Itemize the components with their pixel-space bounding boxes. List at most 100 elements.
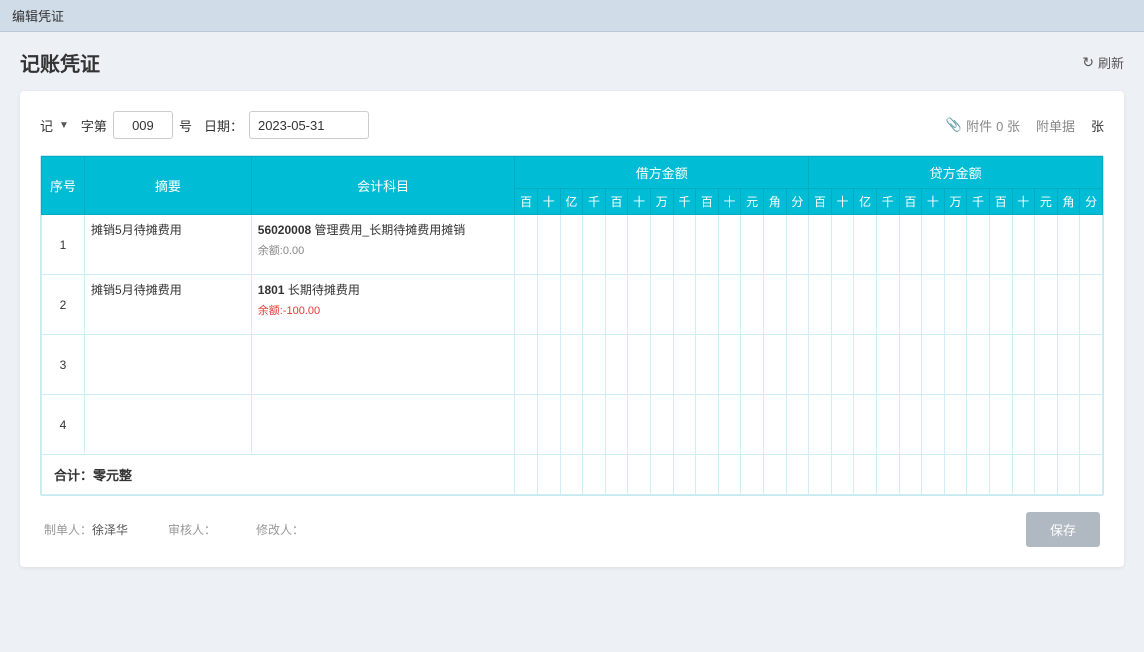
credit-cell-3-10[interactable] [1035, 395, 1058, 455]
credit-cell-2-10[interactable] [1035, 335, 1058, 395]
credit-cell-1-0[interactable] [809, 275, 832, 335]
debit-cell-1-8[interactable] [696, 275, 719, 335]
debit-cell-3-11[interactable] [763, 395, 786, 455]
debit-cell-3-10[interactable] [741, 395, 764, 455]
debit-cell-0-8[interactable] [696, 215, 719, 275]
debit-cell-3-1[interactable] [537, 395, 560, 455]
debit-cell-1-2[interactable] [560, 275, 583, 335]
debit-cell-0-1[interactable] [537, 215, 560, 275]
credit-cell-2-1[interactable] [831, 335, 854, 395]
credit-cell-2-3[interactable] [876, 335, 899, 395]
credit-cell-1-11[interactable] [1057, 275, 1080, 335]
credit-cell-2-12[interactable] [1080, 335, 1103, 395]
debit-cell-2-8[interactable] [696, 335, 719, 395]
row-summary-0[interactable]: 摊销5月待摊费用 [85, 215, 252, 275]
debit-cell-3-6[interactable] [650, 395, 673, 455]
credit-cell-1-8[interactable] [989, 275, 1012, 335]
credit-cell-1-6[interactable] [944, 275, 967, 335]
credit-cell-0-0[interactable] [809, 215, 832, 275]
debit-cell-1-12[interactable] [786, 275, 809, 335]
credit-cell-3-7[interactable] [967, 395, 990, 455]
debit-cell-0-3[interactable] [583, 215, 606, 275]
credit-cell-0-7[interactable] [967, 215, 990, 275]
credit-cell-2-9[interactable] [1012, 335, 1035, 395]
credit-cell-2-7[interactable] [967, 335, 990, 395]
debit-cell-2-3[interactable] [583, 335, 606, 395]
debit-cell-2-5[interactable] [628, 335, 651, 395]
attach-single-link[interactable]: 附单据 [1036, 116, 1075, 135]
debit-cell-0-2[interactable] [560, 215, 583, 275]
debit-cell-3-5[interactable] [628, 395, 651, 455]
credit-cell-2-0[interactable] [809, 335, 832, 395]
credit-cell-1-10[interactable] [1035, 275, 1058, 335]
debit-cell-0-0[interactable] [515, 215, 538, 275]
debit-cell-0-4[interactable] [605, 215, 628, 275]
credit-cell-3-8[interactable] [989, 395, 1012, 455]
debit-cell-0-10[interactable] [741, 215, 764, 275]
debit-cell-1-5[interactable] [628, 275, 651, 335]
debit-cell-2-9[interactable] [718, 335, 741, 395]
credit-cell-3-2[interactable] [854, 395, 877, 455]
row-summary-3[interactable] [85, 395, 252, 455]
credit-cell-1-1[interactable] [831, 275, 854, 335]
credit-cell-0-9[interactable] [1012, 215, 1035, 275]
credit-cell-0-3[interactable] [876, 215, 899, 275]
debit-cell-1-9[interactable] [718, 275, 741, 335]
debit-cell-1-1[interactable] [537, 275, 560, 335]
credit-cell-3-6[interactable] [944, 395, 967, 455]
credit-cell-0-11[interactable] [1057, 215, 1080, 275]
credit-cell-1-12[interactable] [1080, 275, 1103, 335]
debit-cell-3-4[interactable] [605, 395, 628, 455]
credit-cell-3-5[interactable] [922, 395, 945, 455]
debit-cell-2-1[interactable] [537, 335, 560, 395]
debit-cell-0-6[interactable] [650, 215, 673, 275]
debit-cell-2-4[interactable] [605, 335, 628, 395]
credit-cell-1-2[interactable] [854, 275, 877, 335]
debit-cell-3-0[interactable] [515, 395, 538, 455]
credit-cell-3-9[interactable] [1012, 395, 1035, 455]
attachment-link[interactable]: 📎 附件 0 张 [946, 116, 1020, 135]
credit-cell-3-12[interactable] [1080, 395, 1103, 455]
row-subject-3[interactable] [251, 395, 515, 455]
debit-cell-0-12[interactable] [786, 215, 809, 275]
debit-cell-2-11[interactable] [763, 335, 786, 395]
credit-cell-2-8[interactable] [989, 335, 1012, 395]
credit-cell-2-11[interactable] [1057, 335, 1080, 395]
credit-cell-0-5[interactable] [922, 215, 945, 275]
debit-cell-2-10[interactable] [741, 335, 764, 395]
row-subject-2[interactable] [251, 335, 515, 395]
date-input[interactable] [249, 111, 369, 139]
row-summary-1[interactable]: 摊销5月待摊费用 [85, 275, 252, 335]
debit-cell-1-6[interactable] [650, 275, 673, 335]
debit-cell-2-2[interactable] [560, 335, 583, 395]
credit-cell-2-6[interactable] [944, 335, 967, 395]
credit-cell-2-5[interactable] [922, 335, 945, 395]
voucher-number-input[interactable] [113, 111, 173, 139]
credit-cell-0-2[interactable] [854, 215, 877, 275]
debit-cell-0-7[interactable] [673, 215, 696, 275]
debit-cell-3-9[interactable] [718, 395, 741, 455]
credit-cell-0-12[interactable] [1080, 215, 1103, 275]
credit-cell-1-9[interactable] [1012, 275, 1035, 335]
refresh-button[interactable]: ↻ 刷新 [1082, 53, 1124, 72]
credit-cell-0-4[interactable] [899, 215, 922, 275]
credit-cell-0-10[interactable] [1035, 215, 1058, 275]
credit-cell-0-1[interactable] [831, 215, 854, 275]
row-summary-2[interactable] [85, 335, 252, 395]
credit-cell-3-0[interactable] [809, 395, 832, 455]
debit-cell-0-5[interactable] [628, 215, 651, 275]
row-subject-0[interactable]: 56020008 管理费用_长期待摊费用摊销余额:0.00 [251, 215, 515, 275]
debit-cell-1-7[interactable] [673, 275, 696, 335]
save-button[interactable]: 保存 [1026, 512, 1100, 547]
credit-cell-3-1[interactable] [831, 395, 854, 455]
credit-cell-3-3[interactable] [876, 395, 899, 455]
credit-cell-1-5[interactable] [922, 275, 945, 335]
debit-cell-2-7[interactable] [673, 335, 696, 395]
debit-cell-0-9[interactable] [718, 215, 741, 275]
credit-cell-1-7[interactable] [967, 275, 990, 335]
credit-cell-0-6[interactable] [944, 215, 967, 275]
credit-cell-2-4[interactable] [899, 335, 922, 395]
credit-cell-3-11[interactable] [1057, 395, 1080, 455]
credit-cell-1-4[interactable] [899, 275, 922, 335]
debit-cell-1-4[interactable] [605, 275, 628, 335]
